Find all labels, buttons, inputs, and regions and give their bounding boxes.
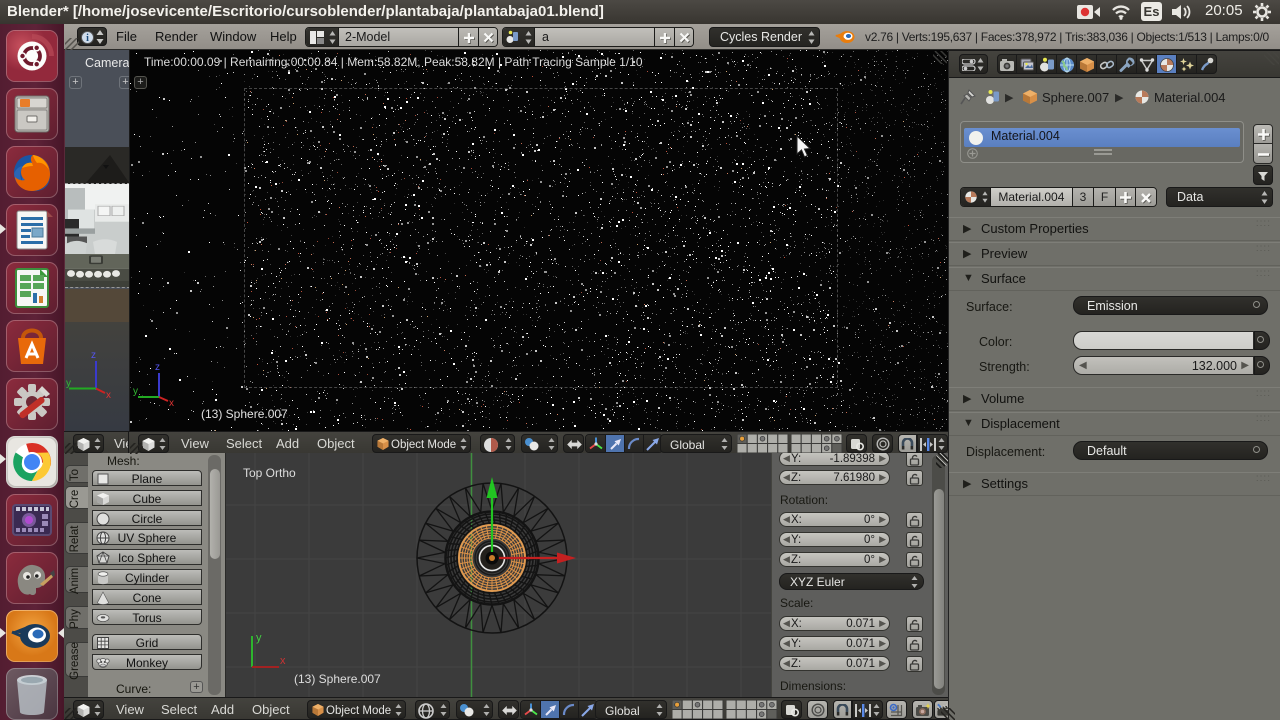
- svg-text:x: x: [169, 398, 174, 408]
- svg-text:y: y: [133, 386, 138, 397]
- svg-text:i: i: [86, 33, 89, 44]
- svg-text:z: z: [91, 350, 96, 361]
- svg-text:x: x: [106, 390, 111, 400]
- svg-text:z: z: [155, 362, 160, 373]
- svg-text:y: y: [66, 378, 71, 389]
